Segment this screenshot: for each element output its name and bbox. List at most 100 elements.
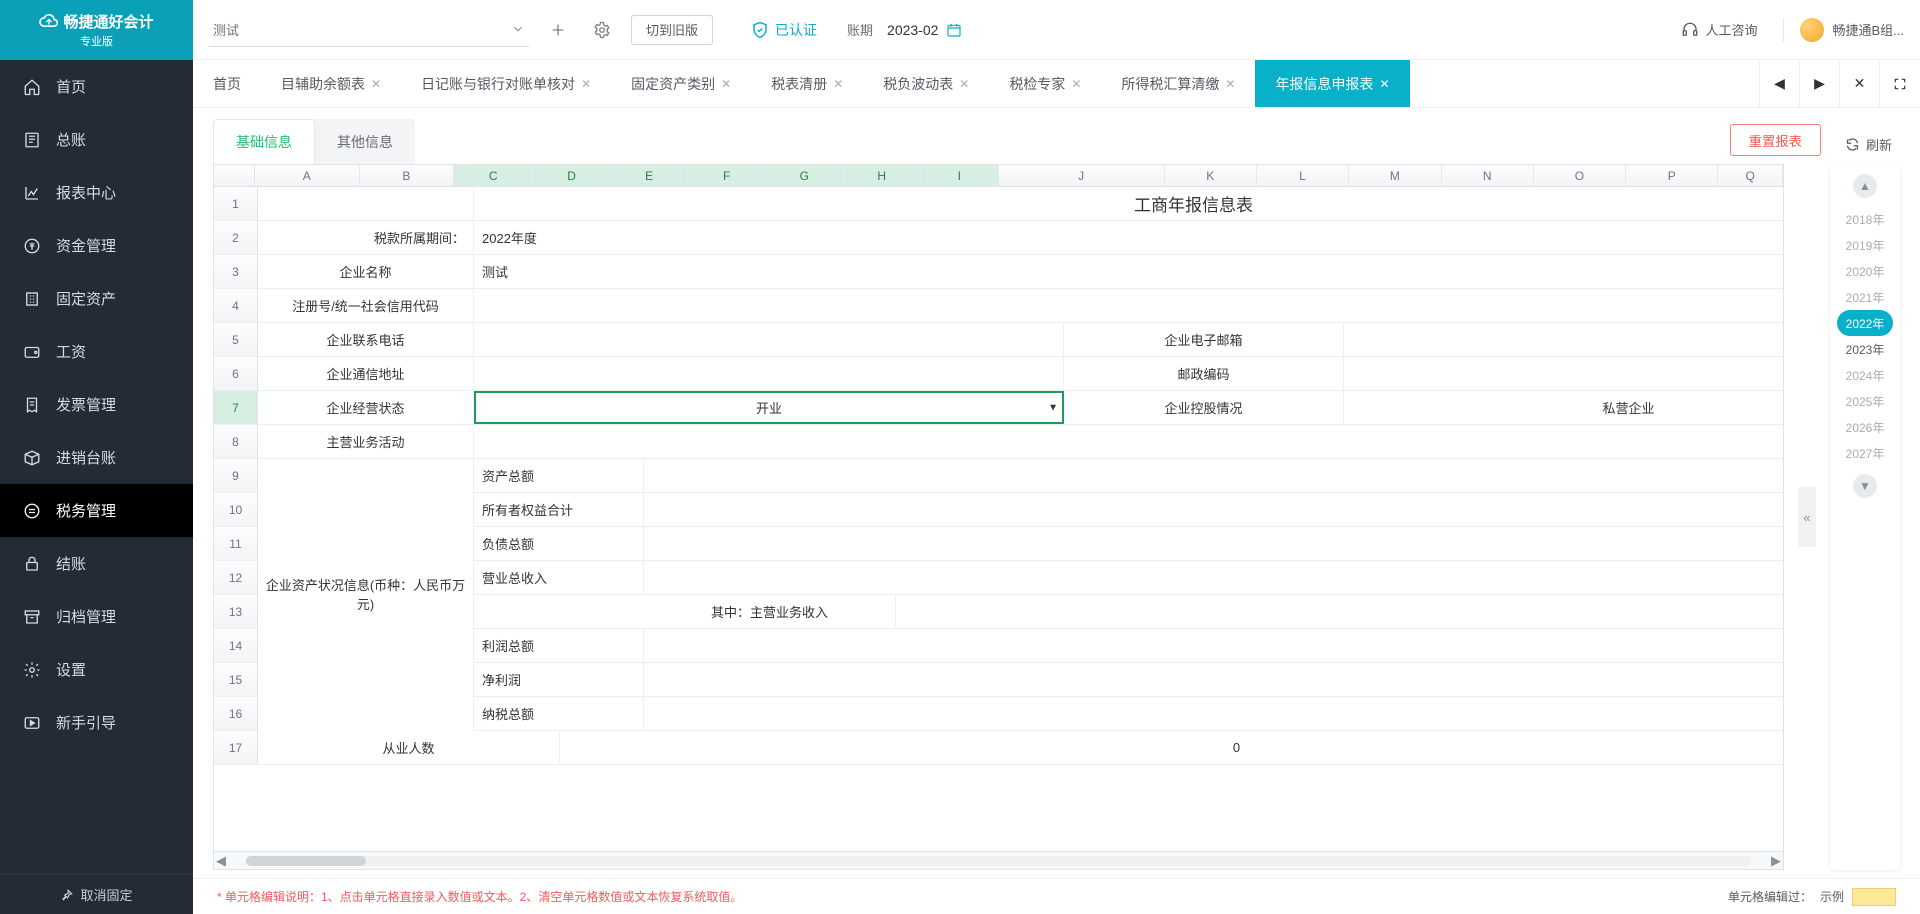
column-header[interactable]: Q [1718,165,1783,186]
year-down[interactable]: ▼ [1853,474,1877,498]
column-header[interactable]: K [1165,165,1257,186]
sidebar-item-assets[interactable]: 固定资产 [0,272,193,325]
asset-row-value[interactable] [644,697,1783,730]
biz-status-select[interactable]: 开业▼ [474,391,1064,424]
main-activity-value[interactable] [474,425,1783,458]
close-icon[interactable]: ✕ [1071,77,1081,91]
sidebar-item-invoice[interactable]: 发票管理 [0,378,193,431]
row-header[interactable]: 4 [214,289,258,322]
close-icon[interactable]: ✕ [1379,77,1389,91]
row-header[interactable]: 3 [214,255,258,288]
asset-row-value[interactable] [644,561,1783,594]
switch-old-button[interactable]: 切到旧版 [631,15,713,45]
company-name-value[interactable]: 测试 [474,255,1783,288]
column-header[interactable]: F [688,165,766,186]
row-header[interactable]: 10 [214,493,258,526]
collapse-year-panel[interactable]: « [1798,487,1816,547]
fullscreen-button[interactable] [1880,60,1920,107]
asset-row-value[interactable] [644,459,1783,492]
phone-value[interactable] [474,323,1064,356]
row-header[interactable]: 11 [214,527,258,560]
horizontal-scrollbar[interactable]: ◀ ▶ [214,851,1783,869]
column-header[interactable]: P [1626,165,1718,186]
column-header[interactable]: B [360,165,454,186]
close-icon[interactable]: ✕ [581,77,591,91]
year-item[interactable]: 2022年 [1837,310,1893,336]
close-icon[interactable]: ✕ [833,77,843,91]
holding-value[interactable]: 私营企业 [1344,391,1783,424]
tab-home[interactable]: 首页 [193,60,261,107]
column-header[interactable]: M [1349,165,1441,186]
year-item[interactable]: 2020年 [1837,258,1893,284]
close-icon[interactable]: ✕ [721,77,731,91]
sidebar-item-close[interactable]: 结账 [0,537,193,590]
sidebar-item-home[interactable]: 首页 [0,60,193,113]
row-header[interactable]: 1 [214,187,258,220]
year-item[interactable]: 2018年 [1837,206,1893,232]
tab-scroll-left[interactable]: ◀ [1760,60,1800,107]
column-header[interactable]: A [255,165,360,186]
row-header[interactable]: 5 [214,323,258,356]
year-up[interactable]: ▲ [1853,174,1877,198]
company-selector[interactable]: 测试 [209,13,529,47]
sidebar-item-ledger[interactable]: 总账 [0,113,193,166]
period-picker[interactable]: 2023-02 [887,22,962,38]
tab-scroll-right[interactable]: ▶ [1800,60,1840,107]
asset-row-value[interactable] [644,493,1783,526]
sidebar-item-inventory[interactable]: 进销台账 [0,431,193,484]
email-value[interactable] [1344,323,1783,356]
sidebar-item-salary[interactable]: 工资 [0,325,193,378]
row-header[interactable]: 17 [214,731,258,764]
sidebar-item-settings[interactable]: 设置 [0,643,193,696]
close-icon[interactable]: ✕ [1225,77,1235,91]
close-icon[interactable]: ✕ [959,77,969,91]
settings-button[interactable] [587,15,617,45]
sidebar-item-tax[interactable]: 税务管理 [0,484,193,537]
row-header[interactable]: 13 [214,595,258,628]
pin-toggle[interactable]: 取消固定 [0,874,193,914]
tab-close-all[interactable]: ✕ [1840,60,1880,107]
row-header[interactable]: 12 [214,561,258,594]
tab-tax-expert[interactable]: 税检专家✕ [989,60,1101,107]
row-header[interactable]: 7 [214,391,258,424]
close-icon[interactable]: ✕ [371,77,381,91]
column-header[interactable]: G [766,165,844,186]
asset-row-value[interactable] [644,629,1783,662]
tab-aux-balance[interactable]: 目辅助余额表✕ [261,60,401,107]
reset-button[interactable]: 重置报表 [1730,124,1821,156]
subtab-basic[interactable]: 基础信息 [213,119,315,164]
tab-tax-checklist[interactable]: 税表清册✕ [751,60,863,107]
row-header[interactable]: 16 [214,697,258,730]
year-item[interactable]: 2027年 [1837,440,1893,466]
add-button[interactable] [543,15,573,45]
address-value[interactable] [474,357,1064,390]
year-item[interactable]: 2025年 [1837,388,1893,414]
reg-code-value[interactable] [474,289,1783,322]
sidebar-item-reports[interactable]: 报表中心 [0,166,193,219]
asset-row-value[interactable] [644,527,1783,560]
year-item[interactable]: 2019年 [1837,232,1893,258]
refresh-button[interactable]: 刷新 [1845,135,1892,154]
user-menu[interactable]: 畅捷通B组... [1783,18,1904,42]
tab-annual-report[interactable]: 年报信息申报表✕ [1255,60,1409,107]
year-item[interactable]: 2023年 [1837,336,1893,362]
column-header[interactable]: L [1257,165,1349,186]
row-header[interactable]: 14 [214,629,258,662]
sidebar-item-funds[interactable]: 资金管理 [0,219,193,272]
column-header[interactable]: H [844,165,922,186]
row-header[interactable]: 8 [214,425,258,458]
column-header[interactable]: I [921,165,999,186]
tab-income-tax[interactable]: 所得税汇算清缴✕ [1101,60,1255,107]
main-revenue-value[interactable] [896,595,1783,628]
postal-value[interactable] [1344,357,1783,390]
employee-value[interactable]: 0 [560,731,1783,764]
column-header[interactable]: J [999,165,1165,186]
tab-tax-fluctuation[interactable]: 税负波动表✕ [863,60,989,107]
row-header[interactable]: 2 [214,221,258,254]
column-header[interactable]: N [1442,165,1534,186]
row-header[interactable]: 9 [214,459,258,492]
row-header[interactable]: 6 [214,357,258,390]
column-header[interactable]: D [533,165,611,186]
sidebar-item-archive[interactable]: 归档管理 [0,590,193,643]
year-item[interactable]: 2021年 [1837,284,1893,310]
